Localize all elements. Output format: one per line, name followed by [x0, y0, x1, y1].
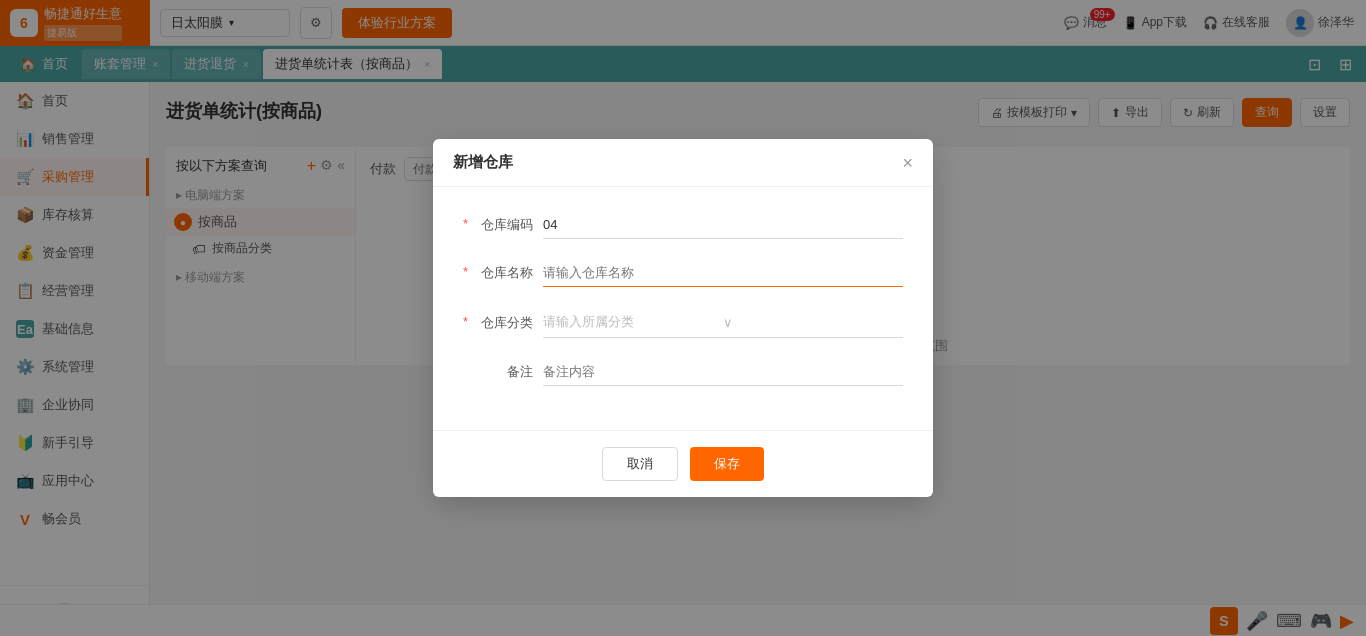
form-label-remark: 备注 — [463, 363, 543, 381]
dialog-body: 仓库编码 仓库名称 仓库分类 请输入所属分类 ∨ 备注 — [433, 187, 933, 430]
new-warehouse-dialog: 新增仓库 × 仓库编码 仓库名称 仓库分类 请输入所属分类 ∨ — [433, 139, 933, 497]
dialog-overlay: 新增仓库 × 仓库编码 仓库名称 仓库分类 请输入所属分类 ∨ — [0, 0, 1366, 636]
form-label-category: 仓库分类 — [463, 314, 543, 332]
warehouse-name-input[interactable] — [543, 259, 903, 287]
warehouse-code-input[interactable] — [543, 211, 903, 239]
cancel-button[interactable]: 取消 — [602, 447, 678, 481]
chevron-down-icon: ∨ — [723, 315, 903, 330]
form-row-remark: 备注 — [463, 358, 903, 386]
form-label-code: 仓库编码 — [463, 216, 543, 234]
form-row-category: 仓库分类 请输入所属分类 ∨ — [463, 307, 903, 338]
dialog-title: 新增仓库 — [453, 153, 513, 172]
warehouse-category-select[interactable]: 请输入所属分类 ∨ — [543, 307, 903, 338]
dialog-footer: 取消 保存 — [433, 430, 933, 497]
form-label-name: 仓库名称 — [463, 264, 543, 282]
save-button[interactable]: 保存 — [690, 447, 764, 481]
dialog-close-button[interactable]: × — [902, 154, 913, 172]
dialog-header: 新增仓库 × — [433, 139, 933, 187]
remark-input[interactable] — [543, 358, 903, 386]
form-row-code: 仓库编码 — [463, 211, 903, 239]
form-row-name: 仓库名称 — [463, 259, 903, 287]
